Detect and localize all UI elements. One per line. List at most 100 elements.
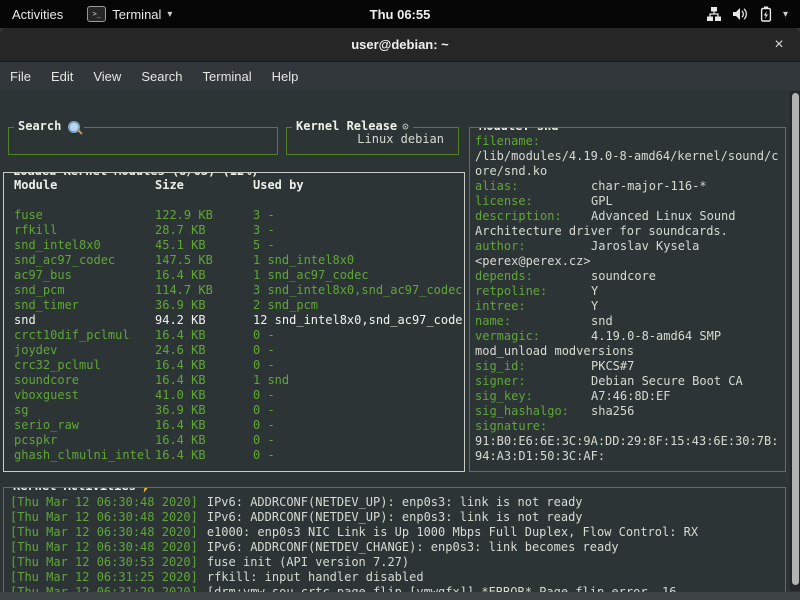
table-row[interactable]: snd_pcm 114.7 KB 3 snd_intel8x0,snd_ac97… [14, 283, 464, 298]
log-message: rfkill: input handler disabled [206, 570, 424, 584]
window-bottom-edge [0, 592, 800, 600]
table-row[interactable]: snd_timer 36.9 KB 2 snd_pcm [14, 298, 464, 313]
cell-module-name: snd [14, 313, 36, 327]
title-bar[interactable]: user@debian: ~ × [0, 28, 800, 62]
field-value: sha256 [591, 404, 635, 418]
module-info-field: sig_key: A7:46:8D:EF [475, 389, 783, 404]
menu-item[interactable]: File [0, 62, 41, 90]
kernel-activities-label: Kernel Activities [13, 488, 136, 494]
app-menu-button[interactable]: >_ Terminal ▾ [75, 0, 184, 28]
table-row[interactable]: soundcore 16.4 KB 1 snd [14, 373, 464, 388]
system-status-menu[interactable]: ▾ [694, 0, 800, 28]
table-row[interactable]: pcspkr 16.4 KB 0 - [14, 433, 464, 448]
field-value: Debian Secure Boot CA [591, 374, 743, 388]
close-button[interactable]: × [766, 32, 792, 58]
field-value: soundcore [591, 269, 657, 283]
search-panel: Search [8, 119, 278, 155]
field-label: retpoline: [475, 284, 548, 298]
log-timestamp: [Thu Mar 12 06:31:25 2020] [10, 570, 198, 584]
log-message: IPv6: ADDRCONF(NETDEV_UP): enp0s3: link … [206, 495, 583, 509]
cell-module-used-by: 0 - [253, 388, 275, 402]
log-entry: [Thu Mar 12 06:30:48 2020] IPv6: ADDRCONF… [10, 510, 781, 525]
log-message: fuse init (API version 7.27) [206, 555, 410, 569]
cell-module-name: snd_timer [14, 298, 80, 312]
table-row[interactable]: snd_intel8x0 45.1 KB 5 - [14, 238, 464, 253]
volume-icon [732, 8, 747, 20]
cell-module-name: joydev [14, 343, 58, 357]
table-row[interactable]: snd 94.2 KB 12 snd_intel8x0,snd_ac97_cod… [14, 313, 464, 328]
module-info-field: name: snd [475, 314, 783, 329]
top-bar-right: ▾ [694, 0, 800, 28]
log-entry: [Thu Mar 12 06:30:53 2020] fuse init (API… [10, 555, 781, 570]
table-row[interactable]: crct10dif_pclmul 16.4 KB 0 - [14, 328, 464, 343]
table-row[interactable]: sg 36.9 KB 0 - [14, 403, 464, 418]
log-message: IPv6: ADDRCONF(NETDEV_UP): enp0s3: link … [206, 510, 583, 524]
network-icon [706, 7, 721, 21]
cell-module-name: ghash_clmulni_intel [14, 448, 152, 462]
cell-module-used-by: 0 - [253, 328, 275, 342]
terminal-content: Search Kernel Release ⊙ Linux debian Loa… [0, 90, 800, 600]
table-row[interactable]: crc32_pclmul 16.4 KB 0 - [14, 358, 464, 373]
terminal-window: user@debian: ~ × File Edit View Search T… [0, 28, 800, 600]
scrollbar-thumb[interactable] [791, 93, 799, 585]
module-info-field: sig_hashalgo: sha256 [475, 404, 783, 419]
cell-module-size: 16.4 KB [155, 373, 206, 387]
module-info-field: signer: Debian Secure Boot CA [475, 374, 783, 389]
gnome-top-bar: Activities >_ Terminal ▾ Thu 06:55 ▾ [0, 0, 800, 28]
chevron-down-icon: ▾ [782, 8, 788, 20]
cell-module-name: serio_raw [14, 418, 80, 432]
cell-module-name: crc32_pclmul [14, 358, 101, 372]
clock-button[interactable]: Thu 06:55 [360, 0, 441, 28]
field-label: description: [475, 209, 562, 223]
table-row[interactable]: snd_ac97_codec 147.5 KB 1 snd_intel8x0 [14, 253, 464, 268]
field-value: snd [591, 314, 613, 328]
cell-module-name: fuse [14, 208, 43, 222]
menu-item[interactable]: Terminal [193, 62, 262, 90]
cell-module-name: ac97_bus [14, 268, 72, 282]
cell-module-used-by: 0 - [253, 403, 275, 417]
cell-module-size: 16.4 KB [155, 268, 206, 282]
table-row[interactable]: ghash_clmulni_intel 16.4 KB 0 - [14, 448, 464, 463]
table-row[interactable]: serio_raw 16.4 KB 0 - [14, 418, 464, 433]
cell-module-name: pcspkr [14, 433, 58, 447]
cell-module-used-by: 3 - [253, 223, 275, 237]
cell-module-used-by: 0 - [253, 343, 275, 357]
table-row[interactable]: vboxguest 41.0 KB 0 - [14, 388, 464, 403]
field-label: filename: [475, 134, 541, 148]
activities-button[interactable]: Activities [0, 0, 75, 28]
module-info-title: Module: snd [475, 128, 563, 134]
field-label: sig_key: [475, 389, 533, 403]
cell-module-used-by: 1 snd_ac97_codec [253, 268, 369, 282]
menu-item[interactable]: Search [131, 62, 192, 90]
table-row[interactable]: ac97_bus 16.4 KB 1 snd_ac97_codec [14, 268, 464, 283]
log-message: IPv6: ADDRCONF(NETDEV_CHANGE): enp0s3: l… [206, 540, 619, 554]
cell-module-size: 16.4 KB [155, 448, 206, 462]
search-input[interactable] [11, 130, 275, 152]
cell-module-size: 147.5 KB [155, 253, 213, 267]
cell-module-size: 36.9 KB [155, 403, 206, 417]
menu-item[interactable]: View [83, 62, 131, 90]
table-row[interactable]: rfkill 28.7 KB 3 - [14, 223, 464, 238]
field-label: vermagic: [475, 329, 541, 343]
modules-table-body: fuse 122.9 KB 3 - rfkill 28.7 KB 3 - snd… [14, 208, 464, 463]
table-row[interactable]: fuse 122.9 KB 3 - [14, 208, 464, 223]
kernel-release-value: Linux debian [357, 132, 444, 146]
module-info-field: signature: 91:B0:E6:6E:3C:9A:DD:29:8F:15:… [475, 419, 783, 464]
column-header-used-by: Used by [253, 178, 304, 192]
scrollbar-track[interactable] [790, 91, 800, 591]
table-row[interactable]: joydev 24.6 KB 0 - [14, 343, 464, 358]
field-label: name: [475, 314, 512, 328]
top-bar-left: Activities >_ Terminal ▾ [0, 0, 184, 28]
modules-table-header: Module Size Used by [14, 178, 464, 193]
menu-item[interactable]: Edit [41, 62, 83, 90]
module-info-label: Module: snd [479, 128, 558, 134]
menu-item[interactable]: Help [262, 62, 309, 90]
field-label: sig_hashalgo: [475, 404, 569, 418]
module-info-field: sig_id: PKCS#7 [475, 359, 783, 374]
screen: Activities >_ Terminal ▾ Thu 06:55 ▾ use… [0, 0, 800, 600]
log-message: e1000: enp0s3 NIC Link is Up 1000 Mbps F… [206, 525, 699, 539]
terminal-app-icon: >_ [87, 6, 107, 22]
cell-module-used-by: 5 - [253, 238, 275, 252]
cell-module-size: 122.9 KB [155, 208, 213, 222]
app-menu-label: Terminal [112, 6, 162, 22]
